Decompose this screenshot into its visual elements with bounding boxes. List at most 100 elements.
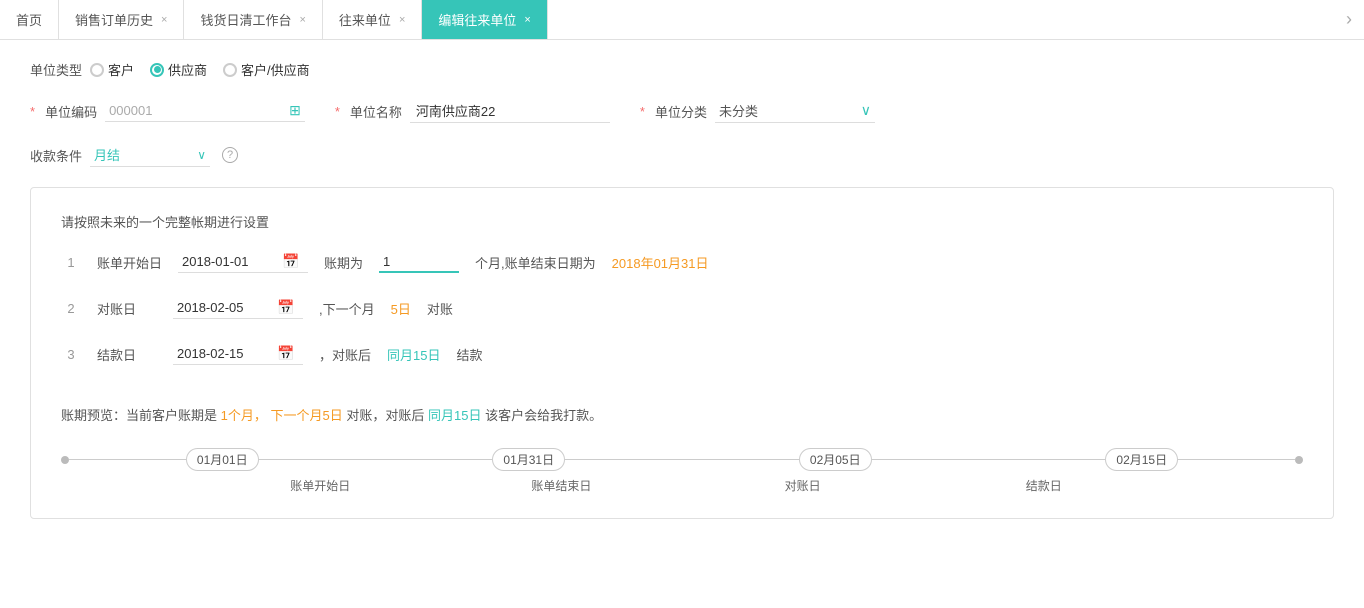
chevron-down-icon-2[interactable]: ∨ [197,148,206,162]
tl-label-3: 对账日 [785,479,821,493]
timeline-node-1: 01月01日 [186,448,259,471]
help-icon[interactable]: ? [222,147,238,163]
payment-terms-label: 收款条件 [30,146,82,165]
required-star2: * [335,104,340,119]
tab-partner-label: 往来单位 [339,10,391,29]
unit-name-label: 单位名称 [350,102,402,121]
close-icon[interactable]: × [524,14,530,26]
payment-prefix: ，对账后 [319,345,371,364]
unit-code-label: 单位编码 [45,102,97,121]
start-date-input-group: 📅 [178,251,308,273]
timeline: 01月01日 01月31日 02月05日 02月15日 [61,448,1303,471]
preview-part2: 下一个月5日 [271,408,343,423]
tab-partner[interactable]: 往来单位 × [323,0,422,39]
calendar-icon[interactable]: 📅 [282,253,299,270]
row-number-3: 3 [61,347,81,362]
close-icon[interactable]: × [399,14,405,26]
timeline-pill-3: 02月05日 [799,448,872,471]
close-icon[interactable]: × [299,14,305,26]
timeline-node-4: 02月15日 [1105,448,1178,471]
copy-icon[interactable]: ⊞ [289,102,301,119]
preview-part1: 1个月， [221,408,267,423]
payment-date-input-group: 📅 [173,343,303,365]
row-number-2: 2 [61,301,81,316]
setting-row-2: 2 对账日 📅 ,下一个月 5日 对账 [61,297,1303,319]
unit-category-dropdown[interactable]: 未分类 ∨ [715,99,875,123]
unit-code-input[interactable] [109,103,285,118]
unit-info-row: * 单位编码 ⊞ * 单位名称 * 单位分类 未分类 ∨ [30,99,1334,123]
unit-type-group: 单位类型 客户 供应商 客户/供应商 [30,60,310,79]
preview-label: 账期预览：当前客户账期是 [61,408,217,423]
calendar-icon-3[interactable]: 📅 [277,345,294,362]
tab-more-button[interactable]: › [1334,9,1364,30]
reconcile-highlight: 5日 [391,299,411,318]
timeline-node-3: 02月05日 [799,448,872,471]
tab-sales-history[interactable]: 销售订单历史 × [59,0,184,39]
preview-section: 账期预览：当前客户账期是 1个月， 下一个月5日 对账，对账后 同月15日 该客… [61,389,1303,494]
tl-seg-3 [565,459,799,460]
calendar-icon-2[interactable]: 📅 [277,299,294,316]
reconcile-suffix: 对账 [427,299,453,318]
period-prefix: 账期为 [324,253,363,272]
settings-title: 请按照未来的一个完整帐期进行设置 [61,212,1303,231]
tab-cash-work[interactable]: 钱货日清工作台 × [184,0,322,39]
row-label-reconcile: 对账日 [97,299,157,318]
row-number-1: 1 [61,255,81,270]
row-label-start: 账单开始日 [97,253,162,272]
tab-edit-partner-label: 编辑往来单位 [438,10,516,29]
preview-part5: 该客户会给我打款。 [485,408,602,423]
tab-cash-work-label: 钱货日清工作台 [200,10,291,29]
unit-category-value: 未分类 [719,101,861,120]
preview-part4: 同月15日 [428,408,481,423]
payment-date-input[interactable] [177,346,277,361]
payment-terms-select[interactable]: 月结 ∨ [90,143,210,167]
unit-name-group: * 单位名称 [335,99,610,123]
tl-seg-2 [259,459,493,460]
payment-terms-value: 月结 [94,145,197,164]
radio-both-circle [223,63,237,77]
timeline-node-2: 01月31日 [492,448,565,471]
unit-code-input-wrapper: ⊞ [105,100,305,122]
reconcile-date-input[interactable] [177,300,277,315]
payment-terms-group: 收款条件 月结 ∨ ? [30,143,238,167]
tl-label-4: 结款日 [1026,479,1062,493]
chevron-down-icon[interactable]: ∨ [861,102,871,119]
preview-part3: 对账，对账后 [346,408,424,423]
tl-seg-5 [1178,459,1295,460]
settings-box: 请按照未来的一个完整帐期进行设置 1 账单开始日 📅 账期为 个月,账单结束日期… [30,187,1334,519]
reconcile-date-input-group: 📅 [173,297,303,319]
timeline-pill-4: 02月15日 [1105,448,1178,471]
radio-supplier[interactable]: 供应商 [150,60,207,79]
reconcile-prefix: ,下一个月 [319,299,375,318]
unit-name-input[interactable] [410,99,610,123]
timeline-labels: 账单开始日 账单结束日 对账日 结款日 [61,477,1303,494]
required-star3: * [640,104,645,119]
radio-supplier-label: 供应商 [168,60,207,79]
preview-text: 账期预览：当前客户账期是 1个月， 下一个月5日 对账，对账后 同月15日 该客… [61,405,1303,424]
radio-supplier-circle [150,63,164,77]
start-date-input[interactable] [182,254,282,269]
radio-customer-label: 客户 [108,60,134,79]
setting-row-1: 1 账单开始日 📅 账期为 个月,账单结束日期为 2018年01月31日 [61,251,1303,273]
period-suffix: 个月,账单结束日期为 [475,253,596,272]
radio-customer[interactable]: 客户 [90,60,134,79]
radio-both-label: 客户/供应商 [241,60,310,79]
period-input[interactable] [379,252,459,273]
tl-label-1: 账单开始日 [290,479,350,493]
unit-type-row: 单位类型 客户 供应商 客户/供应商 [30,60,1334,79]
radio-group: 客户 供应商 客户/供应商 [90,60,310,79]
tab-sales-history-label: 销售订单历史 [75,10,153,29]
timeline-dot-left [61,456,69,464]
tab-home[interactable]: 首页 [0,0,59,39]
unit-category-label: 单位分类 [655,102,707,121]
tl-label-2: 账单结束日 [531,479,591,493]
required-star: * [30,104,35,119]
close-icon[interactable]: × [161,14,167,26]
radio-both[interactable]: 客户/供应商 [223,60,310,79]
tl-seg-1 [69,459,186,460]
tab-edit-partner[interactable]: 编辑往来单位 × [422,0,547,39]
timeline-dot-right [1295,456,1303,464]
row-label-payment: 结款日 [97,345,157,364]
tl-seg-4 [872,459,1106,460]
end-date-highlight: 2018年01月31日 [612,253,709,272]
